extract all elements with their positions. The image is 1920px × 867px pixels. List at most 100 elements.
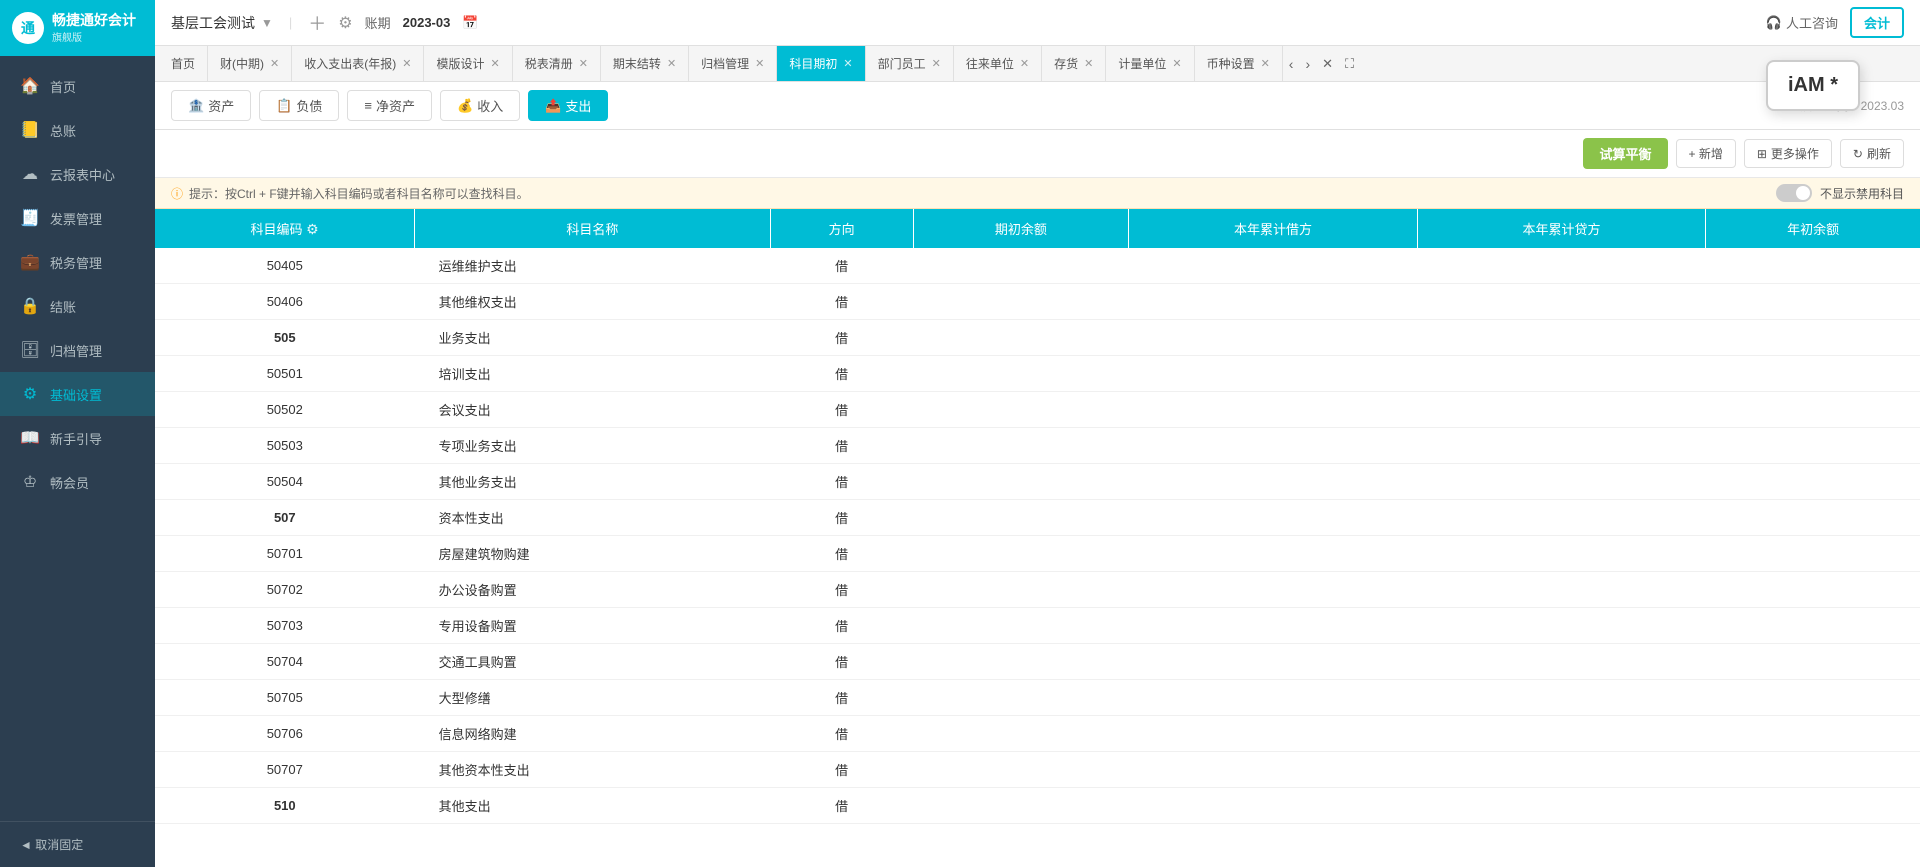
- cell-ytd-debit: [1129, 788, 1417, 824]
- tab-close-currency[interactable]: ✕: [1261, 57, 1270, 70]
- content-area: 🏦 资产 📋 负债 ≡ 净资产 💰 收入 📤 支出 启用期间：2023.03: [155, 82, 1920, 867]
- tab-close-template[interactable]: ✕: [490, 57, 499, 70]
- tab-template[interactable]: 模版设计 ✕: [424, 46, 512, 82]
- more-actions-btn[interactable]: ⊞ 更多操作: [1744, 139, 1832, 168]
- subtab-net-assets[interactable]: ≡ 净资产: [347, 90, 432, 121]
- tab-inventory[interactable]: 存货 ✕: [1042, 46, 1106, 82]
- tab-close-unit[interactable]: ✕: [1172, 57, 1181, 70]
- col-header-code: 科目编码 ⚙: [155, 209, 415, 248]
- tab-home[interactable]: 首页: [159, 46, 208, 82]
- add-btn[interactable]: + 新增: [1676, 139, 1736, 168]
- tab-close-dept[interactable]: ✕: [932, 57, 941, 70]
- company-name: 基层工会测试: [171, 13, 255, 33]
- tab-dept[interactable]: 部门员工 ✕: [866, 46, 954, 82]
- cell-direction: 借: [770, 392, 913, 428]
- cell-year-opening: [1706, 644, 1920, 680]
- add-company-btn[interactable]: ＋: [308, 10, 326, 36]
- sidebar-item-close[interactable]: 🔒 结账: [0, 284, 155, 328]
- tab-close-filemgr[interactable]: ✕: [755, 57, 764, 70]
- cell-year-opening: [1706, 716, 1920, 752]
- tab-annual[interactable]: 收入支出表(年报) ✕: [292, 46, 424, 82]
- close-all-tabs-btn[interactable]: ✕: [1316, 46, 1339, 82]
- sidebar-item-tax[interactable]: 💼 税务管理: [0, 240, 155, 284]
- cell-name: 其他维权支出: [415, 284, 771, 320]
- column-settings-icon[interactable]: ⚙: [306, 221, 319, 237]
- balance-btn[interactable]: 试算平衡: [1583, 138, 1667, 169]
- toggle-disabled-accounts[interactable]: [1776, 184, 1812, 202]
- table-row[interactable]: 50503 专项业务支出 借: [155, 428, 1920, 464]
- refresh-btn[interactable]: ↻ 刷新: [1840, 139, 1904, 168]
- sidebar-item-ledger[interactable]: 📒 总账: [0, 108, 155, 152]
- col-header-ytd-debit: 本年累计借方: [1129, 209, 1417, 248]
- customer-service-btn[interactable]: 🎧 人工咨询: [1766, 13, 1838, 32]
- collapse-sidebar-btn[interactable]: ◄ 取消固定: [0, 821, 155, 867]
- sidebar-item-invoice[interactable]: 🧾 发票管理: [0, 196, 155, 240]
- tab-yearend[interactable]: 期末结转 ✕: [601, 46, 689, 82]
- tab-close-taxform[interactable]: ✕: [579, 57, 588, 70]
- table-row[interactable]: 505 业务支出 借: [155, 320, 1920, 356]
- subtab-expenditure[interactable]: 📤 支出: [528, 90, 608, 121]
- company-selector[interactable]: 基层工会测试 ▼: [171, 13, 273, 33]
- tab-client[interactable]: 往来单位 ✕: [954, 46, 1042, 82]
- company-settings-btn[interactable]: ⚙: [338, 13, 352, 33]
- table-row[interactable]: 50707 其他资本性支出 借: [155, 752, 1920, 788]
- table-row[interactable]: 50704 交通工具购置 借: [155, 644, 1920, 680]
- sidebar-item-guide[interactable]: 📖 新手引导: [0, 416, 155, 460]
- tab-close-client[interactable]: ✕: [1020, 57, 1029, 70]
- table-row[interactable]: 50703 专用设备购置 借: [155, 608, 1920, 644]
- assets-icon: 🏦: [188, 98, 204, 114]
- cell-name: 其他支出: [415, 788, 771, 824]
- sidebar: 通 畅捷通好会计 旗舰版 🏠 首页 📒 总账 ☁ 云报表中心 🧾 发票管理 💼 …: [0, 0, 155, 867]
- sidebar-item-home[interactable]: 🏠 首页: [0, 64, 155, 108]
- tab-prev-btn[interactable]: ‹: [1283, 46, 1300, 82]
- cell-opening: [913, 716, 1129, 752]
- table-row[interactable]: 50502 会议支出 借: [155, 392, 1920, 428]
- cell-code: 50703: [155, 608, 415, 644]
- hint-text: 提示：按Ctrl + F键并输入科目编码或者科目名称可以查找科目。: [189, 185, 529, 202]
- tab-interim[interactable]: 财(中期) ✕: [208, 46, 292, 82]
- table-row[interactable]: 50701 房屋建筑物购建 借: [155, 536, 1920, 572]
- tab-close-period[interactable]: ✕: [843, 57, 852, 70]
- table-row[interactable]: 50504 其他业务支出 借: [155, 464, 1920, 500]
- table-row[interactable]: 50702 办公设备购置 借: [155, 572, 1920, 608]
- cell-code: 50701: [155, 536, 415, 572]
- subtab-liabilities[interactable]: 📋 负债: [259, 90, 339, 121]
- tab-unit[interactable]: 计量单位 ✕: [1106, 46, 1194, 82]
- table-row[interactable]: 510 其他支出 借: [155, 788, 1920, 824]
- tab-filemgr[interactable]: 归档管理 ✕: [689, 46, 777, 82]
- sidebar-item-archive[interactable]: 🗄 归档管理: [0, 328, 155, 372]
- table-row[interactable]: 50406 其他维权支出 借: [155, 284, 1920, 320]
- table-row[interactable]: 507 资本性支出 借: [155, 500, 1920, 536]
- tab-currency[interactable]: 币种设置 ✕: [1195, 46, 1283, 82]
- subtab-assets[interactable]: 🏦 资产: [171, 90, 251, 121]
- home-icon: 🏠: [20, 76, 40, 96]
- account-btn[interactable]: 会计: [1850, 7, 1904, 38]
- cell-ytd-credit: [1417, 248, 1705, 284]
- tab-taxform[interactable]: 税表清册 ✕: [513, 46, 601, 82]
- table-row[interactable]: 50501 培训支出 借: [155, 356, 1920, 392]
- tab-period[interactable]: 科目期初 ✕: [777, 46, 865, 82]
- sidebar-item-settings[interactable]: ⚙ 基础设置: [0, 372, 155, 416]
- table-row[interactable]: 50705 大型修缮 借: [155, 680, 1920, 716]
- sidebar-item-reports[interactable]: ☁ 云报表中心: [0, 152, 155, 196]
- table-row[interactable]: 50405 运维维护支出 借: [155, 248, 1920, 284]
- calendar-icon[interactable]: 📅: [462, 15, 478, 31]
- tab-close-inventory[interactable]: ✕: [1084, 57, 1093, 70]
- col-header-year-opening: 年初余额: [1706, 209, 1920, 248]
- tab-close-annual[interactable]: ✕: [402, 57, 411, 70]
- expand-tabs-btn[interactable]: ⛶: [1339, 46, 1360, 82]
- subtab-income[interactable]: 💰 收入: [440, 90, 520, 121]
- tab-next-btn[interactable]: ›: [1299, 46, 1316, 82]
- tab-close-yearend[interactable]: ✕: [667, 57, 676, 70]
- cell-ytd-debit: [1129, 644, 1417, 680]
- cell-year-opening: [1706, 752, 1920, 788]
- cell-ytd-credit: [1417, 644, 1705, 680]
- cell-ytd-debit: [1129, 320, 1417, 356]
- table-row[interactable]: 50706 信息网络购建 借: [155, 716, 1920, 752]
- guide-icon: 📖: [20, 428, 40, 448]
- tab-close-interim[interactable]: ✕: [270, 57, 279, 70]
- cell-ytd-credit: [1417, 464, 1705, 500]
- headset-icon: 🎧: [1766, 15, 1782, 31]
- sidebar-item-member[interactable]: ♔ 畅会员: [0, 460, 155, 504]
- cell-code: 50504: [155, 464, 415, 500]
